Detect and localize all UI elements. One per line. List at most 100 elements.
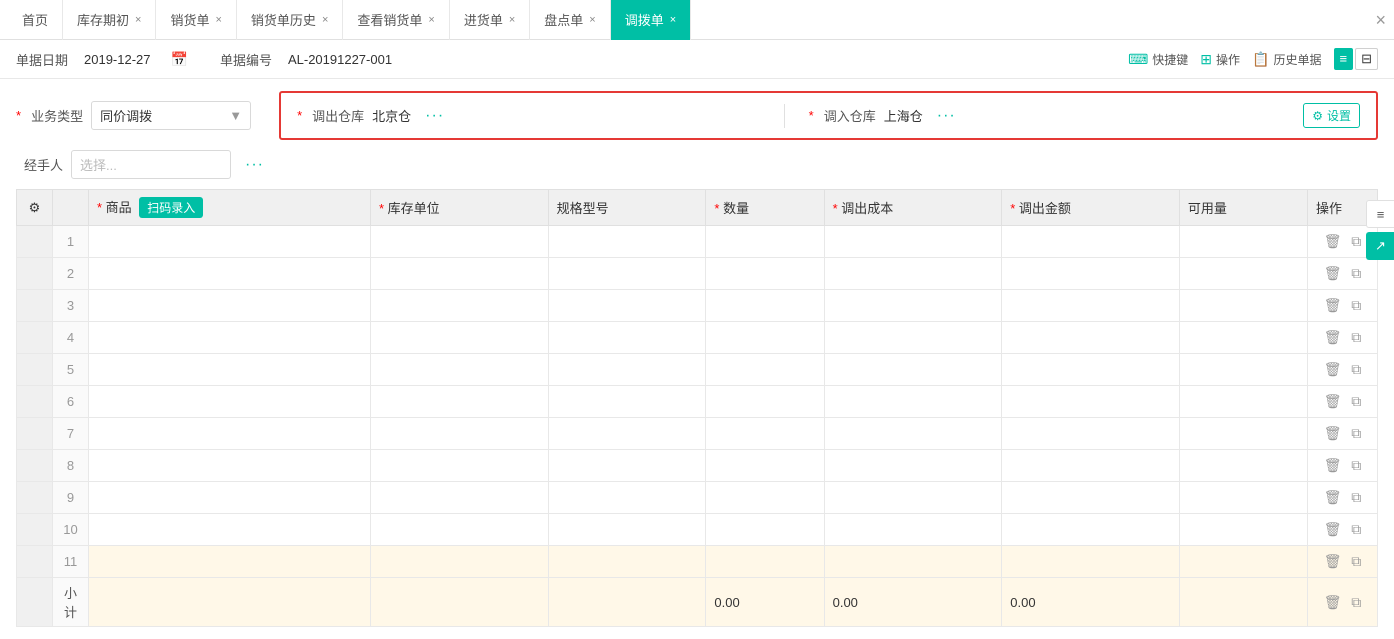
biz-type-select[interactable]: 同价调拨 ▼ [91, 101, 251, 130]
row-spec[interactable] [548, 226, 706, 258]
row-copy-icon[interactable]: ⧉ [1351, 553, 1361, 569]
row-amount[interactable] [1002, 450, 1180, 482]
scan-btn[interactable]: 扫码录入 [139, 197, 203, 218]
row-product[interactable] [89, 450, 371, 482]
row-unit[interactable] [370, 450, 548, 482]
tab-view-sales[interactable]: 查看销货单 × [343, 0, 449, 40]
row-product[interactable] [89, 418, 371, 450]
row-cost[interactable] [824, 482, 1002, 514]
tab-sales-order[interactable]: 销货单 × [156, 0, 236, 40]
row-amount[interactable] [1002, 354, 1180, 386]
row-delete-icon[interactable]: 🗑 [1324, 297, 1342, 313]
row-delete-icon[interactable]: 🗑 [1324, 457, 1342, 473]
calendar-icon[interactable]: 📅 [171, 51, 188, 68]
row-copy-icon[interactable]: ⧉ [1351, 297, 1361, 313]
row-spec[interactable] [548, 322, 706, 354]
row-qty[interactable] [706, 450, 824, 482]
row-delete-icon[interactable]: 🗑 [1324, 265, 1342, 281]
out-warehouse-dots-btn[interactable]: ··· [425, 107, 444, 125]
row-amount[interactable] [1002, 482, 1180, 514]
row-copy-icon[interactable]: ⧉ [1351, 489, 1361, 505]
row-delete-icon[interactable]: 🗑 [1324, 393, 1342, 409]
row-qty[interactable] [706, 258, 824, 290]
row-product[interactable] [89, 482, 371, 514]
close-tab-sales-history[interactable]: × [322, 14, 328, 26]
row-amount[interactable] [1002, 386, 1180, 418]
tab-sales-history[interactable]: 销货单历史 × [237, 0, 343, 40]
row-available[interactable] [1179, 226, 1307, 258]
row-spec[interactable] [548, 450, 706, 482]
row-cost[interactable] [824, 546, 1002, 578]
row-cost[interactable] [824, 226, 1002, 258]
row-amount[interactable] [1002, 290, 1180, 322]
row-cost[interactable] [824, 322, 1002, 354]
row-unit[interactable] [370, 290, 548, 322]
row-available[interactable] [1179, 386, 1307, 418]
row-spec[interactable] [548, 258, 706, 290]
row-spec[interactable] [548, 354, 706, 386]
row-available[interactable] [1179, 258, 1307, 290]
row-product[interactable] [89, 258, 371, 290]
row-delete-icon[interactable]: 🗑 [1324, 553, 1342, 569]
close-tab-purchase-order[interactable]: × [509, 14, 515, 26]
row-delete-icon[interactable]: 🗑 [1324, 361, 1342, 377]
row-qty[interactable] [706, 386, 824, 418]
row-copy-icon[interactable]: ⧉ [1351, 457, 1361, 473]
row-copy-icon[interactable]: ⧉ [1351, 265, 1361, 281]
row-amount[interactable] [1002, 258, 1180, 290]
row-delete-icon[interactable]: 🗑 [1324, 425, 1342, 441]
grid-view-btn[interactable]: ⊟ [1355, 48, 1378, 70]
tab-home[interactable]: 首页 [8, 0, 63, 40]
tab-inventory-init[interactable]: 库存期初 × [63, 0, 156, 40]
row-cost[interactable] [824, 386, 1002, 418]
row-unit[interactable] [370, 322, 548, 354]
row-delete-icon[interactable]: 🗑 [1324, 489, 1342, 505]
col-header-gear[interactable]: ⚙ [17, 190, 53, 226]
row-copy-icon[interactable]: ⧉ [1351, 425, 1361, 441]
row-qty[interactable] [706, 226, 824, 258]
row-unit[interactable] [370, 386, 548, 418]
row-amount[interactable] [1002, 418, 1180, 450]
row-unit[interactable] [370, 514, 548, 546]
close-tab-view-sales[interactable]: × [428, 14, 434, 26]
row-copy-icon[interactable]: ⧉ [1351, 361, 1361, 377]
row-product[interactable] [89, 290, 371, 322]
row-spec[interactable] [548, 514, 706, 546]
close-tab-sales-order[interactable]: × [215, 14, 221, 26]
tab-stocktake[interactable]: 盘点单 × [530, 0, 610, 40]
row-available[interactable] [1179, 418, 1307, 450]
row-copy-icon[interactable]: ⧉ [1351, 393, 1361, 409]
subtotal-copy-icon[interactable]: ⧉ [1351, 594, 1361, 610]
close-tab-inventory-init[interactable]: × [135, 14, 141, 26]
row-cost[interactable] [824, 258, 1002, 290]
row-qty[interactable] [706, 290, 824, 322]
tab-purchase-order[interactable]: 进货单 × [450, 0, 530, 40]
row-spec[interactable] [548, 546, 706, 578]
row-unit[interactable] [370, 226, 548, 258]
right-panel-list-btn[interactable]: ≡ [1366, 200, 1394, 228]
close-tab-transfer-order[interactable]: × [670, 14, 676, 26]
row-product[interactable] [89, 546, 371, 578]
in-warehouse-dots-btn[interactable]: ··· [937, 107, 956, 125]
row-available[interactable] [1179, 546, 1307, 578]
row-unit[interactable] [370, 482, 548, 514]
row-spec[interactable] [548, 418, 706, 450]
subtotal-delete-icon[interactable]: 🗑 [1324, 594, 1342, 610]
row-cost[interactable] [824, 290, 1002, 322]
row-unit[interactable] [370, 258, 548, 290]
row-available[interactable] [1179, 290, 1307, 322]
window-close-icon[interactable]: × [1375, 10, 1386, 31]
row-qty[interactable] [706, 482, 824, 514]
row-amount[interactable] [1002, 322, 1180, 354]
row-qty[interactable] [706, 546, 824, 578]
row-copy-icon[interactable]: ⧉ [1351, 329, 1361, 345]
row-spec[interactable] [548, 290, 706, 322]
row-available[interactable] [1179, 450, 1307, 482]
row-amount[interactable] [1002, 546, 1180, 578]
row-qty[interactable] [706, 418, 824, 450]
row-unit[interactable] [370, 418, 548, 450]
row-delete-icon[interactable]: 🗑 [1324, 233, 1342, 249]
row-unit[interactable] [370, 546, 548, 578]
row-cost[interactable] [824, 354, 1002, 386]
row-delete-icon[interactable]: 🗑 [1324, 329, 1342, 345]
